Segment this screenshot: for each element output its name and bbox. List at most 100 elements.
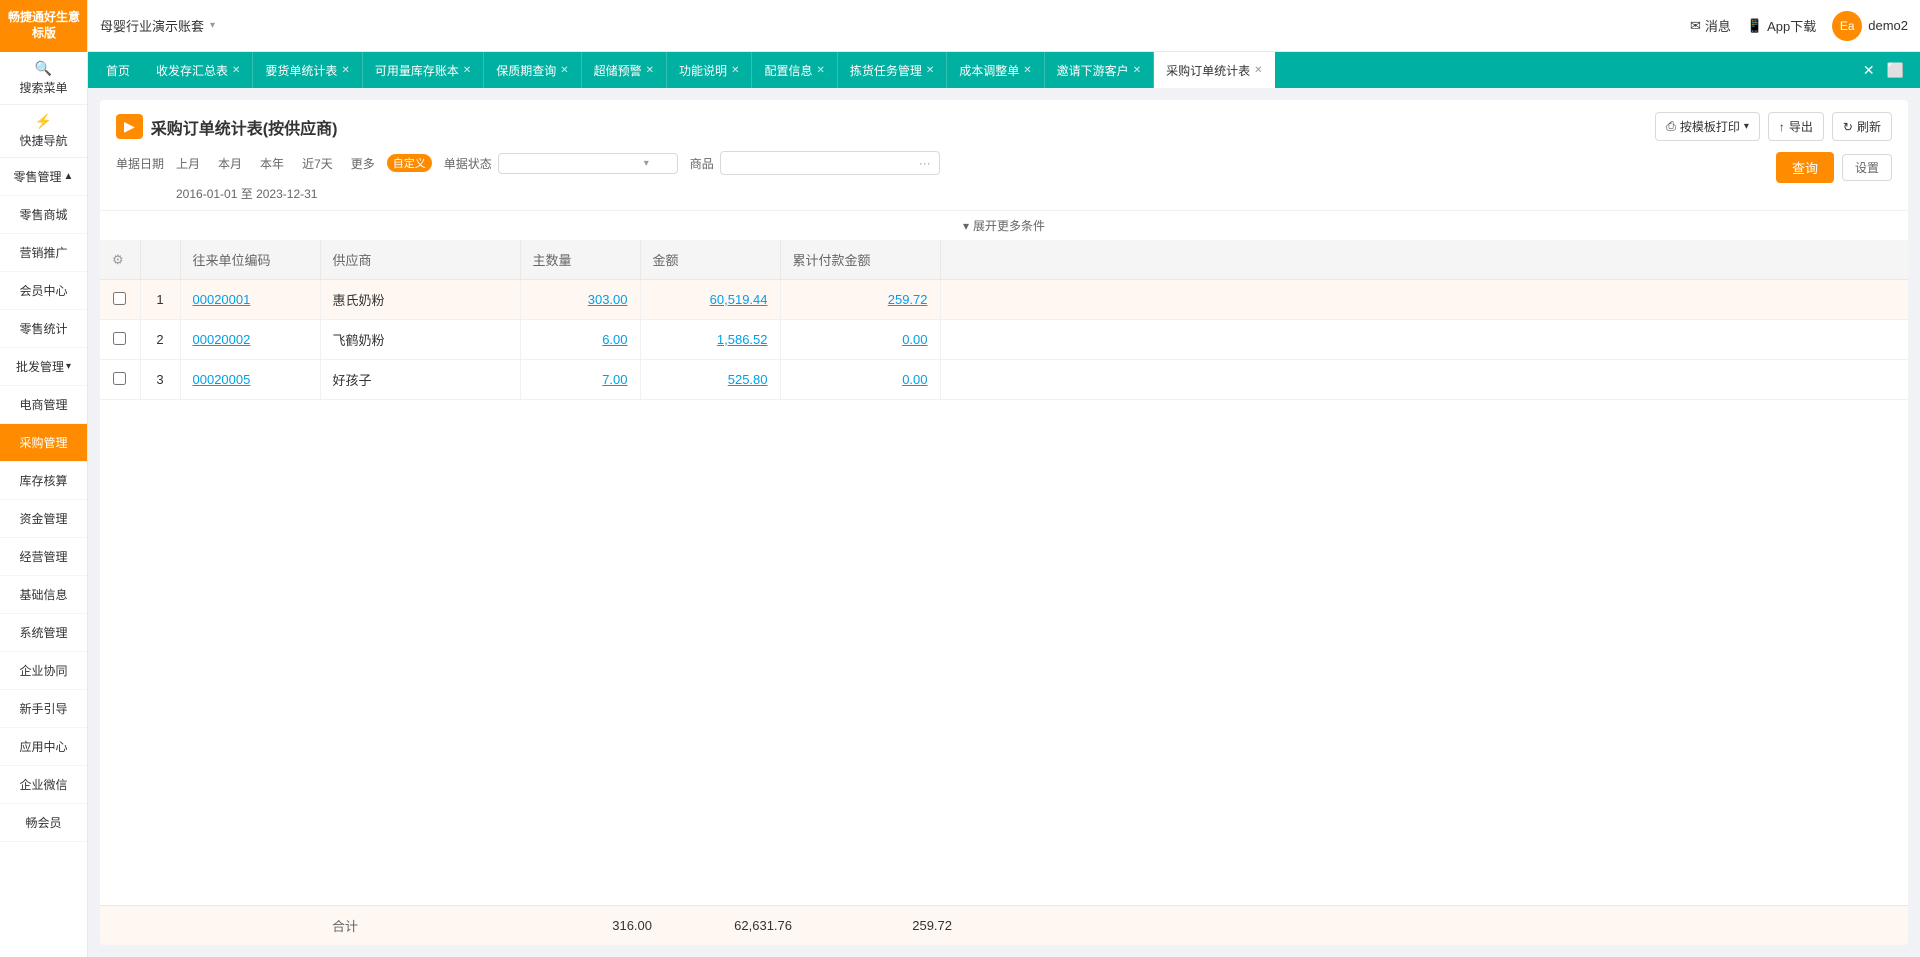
table-row: 1 00020001 惠氏奶粉 303.00 60,519.44 259.72 [100,280,1908,320]
tab-config[interactable]: 配置信息 ✕ [752,52,837,88]
col-header-expand [940,240,1908,280]
export-button[interactable]: ↑ 导出 [1768,112,1824,141]
user-menu[interactable]: Ea demo2 [1832,11,1908,41]
expand-more-row[interactable]: ▾ 展开更多条件 [100,210,1908,240]
sidebar-item-stock[interactable]: 库存核算 [0,462,87,500]
row-checkbox-0[interactable] [100,280,140,320]
date-btn-this-year[interactable]: 本年 [254,153,290,174]
topbar-actions: ✉ 消息 📱 App下载 Ea demo2 [1690,11,1908,41]
query-actions: 查询 设置 [1776,152,1892,183]
tab-collect[interactable]: 收发存汇总表 ✕ [144,52,253,88]
col-header-no [140,240,180,280]
date-btn-more[interactable]: 更多 [345,153,381,174]
print-template-button[interactable]: ⎙ 按模板打印 ▾ [1655,112,1760,141]
sidebar-item-system[interactable]: 系统管理 [0,614,87,652]
sidebar-item-retail-manage[interactable]: 零售管理 ▲ [0,158,87,196]
row-paid-0: 259.72 [780,280,940,320]
tab-config-close[interactable]: ✕ [816,65,824,76]
goods-input-more-icon[interactable]: ··· [919,156,931,170]
sidebar-item-finance[interactable]: 资金管理 [0,500,87,538]
date-btn-7days[interactable]: 近7天 [296,153,339,174]
sidebar-quicknav[interactable]: ⚡ 快捷导航 [0,105,87,158]
sidebar-search[interactable]: 🔍 搜索菜单 [0,52,87,105]
tab-overstock-close[interactable]: ✕ [646,65,654,76]
app-icon: 📱 [1747,18,1763,34]
goods-input[interactable]: ··· [720,151,940,175]
row-code-0: 00020001 [180,280,320,320]
sidebar-item-appcenter[interactable]: 应用中心 [0,728,87,766]
tab-cost[interactable]: 成本调整单 ✕ [947,52,1044,88]
sidebar-item-member2[interactable]: 畅会员 [0,804,87,842]
tab-stock-ledger-close[interactable]: ✕ [463,65,471,76]
goods-filter-label: 商品 [690,155,714,172]
sidebar-item-purchase[interactable]: 采购管理 [0,424,87,462]
row-paid-2: 0.00 [780,360,940,400]
col-header-settings[interactable]: ⚙ [100,240,140,280]
table-container: ⚙ 往来单位编码 供应商 主数量 金额 累计付款金额 [100,240,1908,905]
sidebar-item-marketing[interactable]: 营销推广 [0,234,87,272]
data-table: ⚙ 往来单位编码 供应商 主数量 金额 累计付款金额 [100,240,1908,400]
row-code-2: 00020005 [180,360,320,400]
date-btn-this-month[interactable]: 本月 [212,153,248,174]
refresh-label: 刷新 [1857,118,1881,135]
sidebar-item-member[interactable]: 会员中心 [0,272,87,310]
expand-panel-btn[interactable]: ▶ [116,114,143,139]
row-no-1: 2 [140,320,180,360]
workspace-arrow-icon: ▾ [210,20,215,31]
row-no-2: 3 [140,360,180,400]
app-download-button[interactable]: 📱 App下载 [1747,16,1816,35]
workspace-label: 母婴行业演示账套 [100,16,204,35]
tab-maximize-icon[interactable]: ⬜ [1883,62,1908,79]
tab-overstock[interactable]: 超储预警 ✕ [582,52,667,88]
tab-order-stats-close[interactable]: ✕ [341,65,349,76]
row-supplier-0: 惠氏奶粉 [320,280,520,320]
tab-close-all-icon[interactable]: ✕ [1859,62,1879,79]
sidebar-item-basic[interactable]: 基础信息 [0,576,87,614]
tab-expiry[interactable]: 保质期查询 ✕ [484,52,581,88]
sidebar-item-newbie[interactable]: 新手引导 [0,690,87,728]
tab-manual[interactable]: 功能说明 ✕ [667,52,752,88]
tab-purchase-stats[interactable]: 采购订单统计表 ✕ [1154,52,1275,88]
page-area: ▶ 采购订单统计表(按供应商) ⎙ 按模板打印 ▾ ↑ 导出 ↻ [88,88,1920,957]
tab-invite-close[interactable]: ✕ [1133,65,1141,76]
tab-pick-close[interactable]: ✕ [926,65,934,76]
refresh-button[interactable]: ↻ 刷新 [1832,112,1892,141]
table-body: 1 00020001 惠氏奶粉 303.00 60,519.44 259.72 … [100,280,1908,400]
sidebar-item-ecommerce[interactable]: 电商管理 [0,386,87,424]
settings-button[interactable]: 设置 [1842,154,1892,181]
tab-pick[interactable]: 拣货任务管理 ✕ [838,52,947,88]
topbar: 母婴行业演示账套 ▾ ✉ 消息 📱 App下载 Ea demo2 [88,0,1920,52]
tab-home[interactable]: 首页 [92,62,144,79]
sidebar-item-retail-stats[interactable]: 零售统计 [0,310,87,348]
row-checkbox-2[interactable] [100,360,140,400]
date-to: 2023-12-31 [256,187,317,201]
page-title-row: ▶ 采购订单统计表(按供应商) ⎙ 按模板打印 ▾ ↑ 导出 ↻ [100,100,1908,141]
date-shortcuts: 上月 本月 本年 近7天 更多 自定义 [170,153,432,174]
sidebar-item-enterprise[interactable]: 企业协同 [0,652,87,690]
query-button[interactable]: 查询 [1776,152,1834,183]
status-select[interactable]: ▾ [498,153,678,174]
table-footer: 合计 316.00 62,631.76 259.72 [100,905,1908,945]
row-checkbox-1[interactable] [100,320,140,360]
sidebar-item-ops[interactable]: 经营管理 [0,538,87,576]
col-header-paid: 累计付款金额 [780,240,940,280]
tab-invite[interactable]: 邀请下游客户 ✕ [1045,52,1154,88]
tab-manual-close[interactable]: ✕ [731,65,739,76]
message-button[interactable]: ✉ 消息 [1690,16,1731,35]
sidebar-item-retail-mall[interactable]: 零售商城 [0,196,87,234]
sidebar-item-wholesale[interactable]: 批发管理 ▾ [0,348,87,386]
tab-order-stats[interactable]: 要货单统计表 ✕ [253,52,362,88]
sidebar-item-corpwechat[interactable]: 企业微信 [0,766,87,804]
main-area: 母婴行业演示账套 ▾ ✉ 消息 📱 App下载 Ea demo2 首页 收发存汇… [88,0,1920,957]
date-custom-badge[interactable]: 自定义 [387,154,432,172]
tab-stock-ledger[interactable]: 可用量库存账本 ✕ [363,52,484,88]
table-settings-icon[interactable]: ⚙ [112,252,124,267]
workspace-selector[interactable]: 母婴行业演示账套 ▾ [100,16,215,35]
date-btn-last-month[interactable]: 上月 [170,153,206,174]
date-filter-group: 单据日期 上月 本月 本年 近7天 更多 自定义 [116,153,432,174]
tab-purchase-stats-close[interactable]: ✕ [1254,65,1262,76]
tab-collect-close[interactable]: ✕ [232,65,240,76]
tab-expiry-close[interactable]: ✕ [560,65,568,76]
tab-cost-close[interactable]: ✕ [1023,65,1031,76]
export-icon: ↑ [1779,120,1785,134]
